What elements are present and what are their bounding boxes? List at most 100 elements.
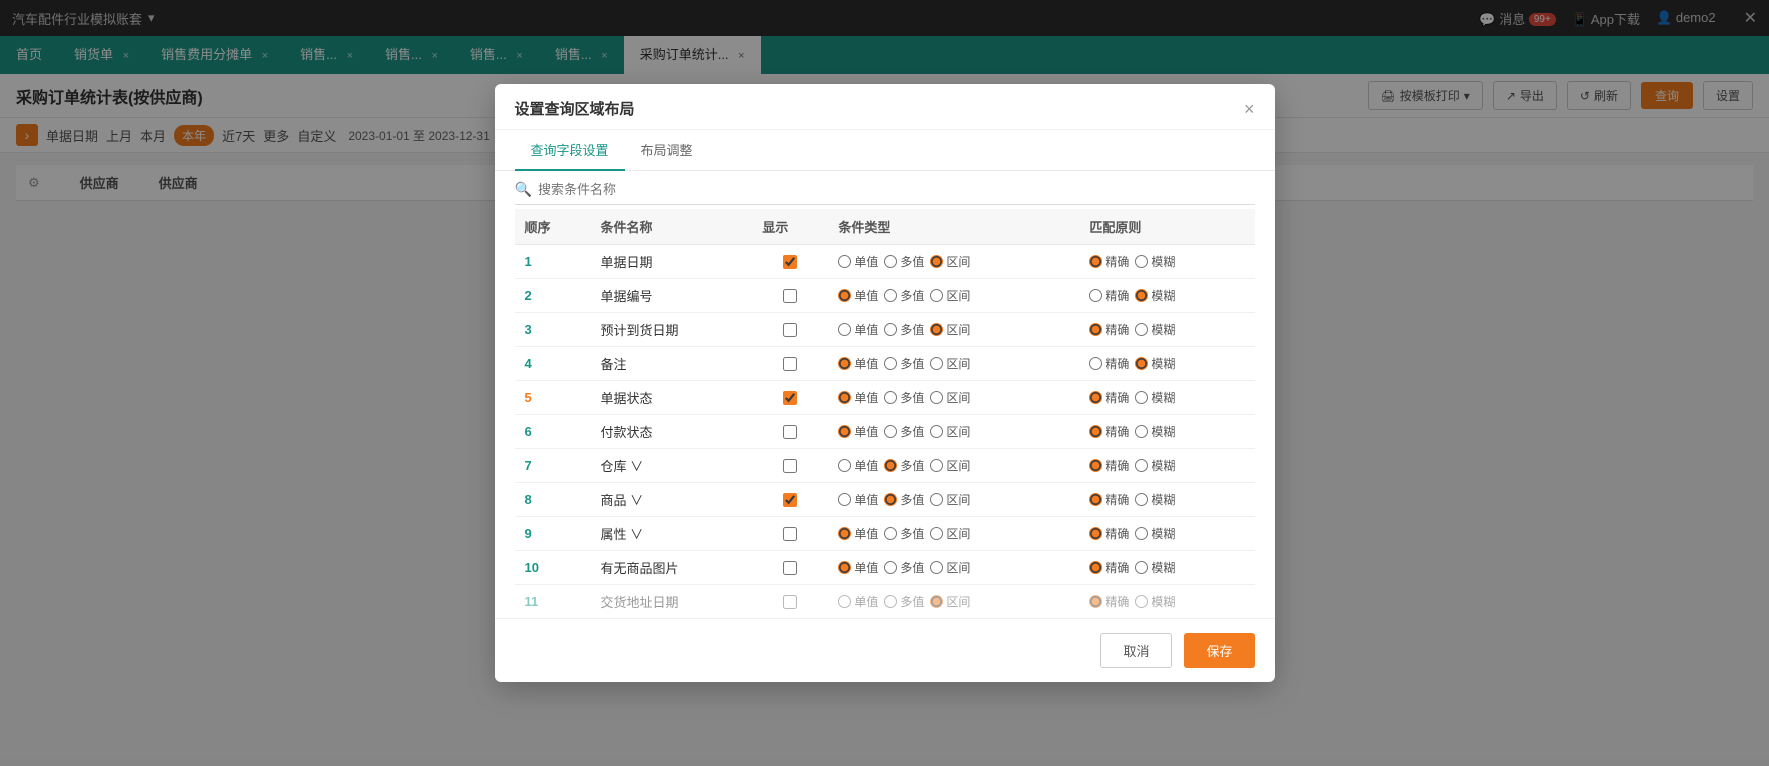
cell-condition-type: 单值多值区间	[828, 347, 1079, 381]
display-checkbox[interactable]	[783, 561, 797, 575]
match-radio-模糊[interactable]	[1135, 289, 1148, 302]
cell-condition-name: 属性 ∨	[590, 517, 752, 551]
cell-condition-type: 单值多值区间	[828, 245, 1079, 279]
cell-order: 8	[515, 483, 591, 517]
cell-condition-type: 单值多值区间	[828, 313, 1079, 347]
search-icon: 🔍	[515, 181, 532, 198]
match-radio-模糊[interactable]	[1135, 561, 1148, 574]
type-radio-单值[interactable]	[838, 561, 851, 574]
match-radio-模糊[interactable]	[1135, 595, 1148, 608]
dialog-header: 设置查询区域布局 ×	[495, 84, 1275, 130]
type-radio-区间[interactable]	[930, 289, 943, 302]
type-radio-区间[interactable]	[930, 561, 943, 574]
type-radio-多值[interactable]	[884, 289, 897, 302]
type-radio-多值[interactable]	[884, 459, 897, 472]
cell-order: 6	[515, 415, 591, 449]
match-radio-精确[interactable]	[1089, 493, 1102, 506]
match-radio-模糊[interactable]	[1135, 391, 1148, 404]
display-checkbox[interactable]	[783, 357, 797, 371]
tab-layout-adjust[interactable]: 布局调整	[625, 130, 709, 171]
type-radio-区间[interactable]	[930, 357, 943, 370]
match-radio-精确[interactable]	[1089, 527, 1102, 540]
type-radio-多值[interactable]	[884, 357, 897, 370]
type-radio-区间[interactable]	[930, 527, 943, 540]
conditions-table: 顺序 条件名称 显示 条件类型 匹配原则 1单据日期单值多值区间精确模糊2单据编…	[515, 209, 1255, 618]
display-checkbox[interactable]	[783, 527, 797, 541]
cell-condition-name: 付款状态	[590, 415, 752, 449]
match-radio-精确[interactable]	[1089, 425, 1102, 438]
display-checkbox[interactable]	[783, 289, 797, 303]
type-radio-多值[interactable]	[884, 561, 897, 574]
display-checkbox[interactable]	[783, 459, 797, 473]
cell-condition-type: 单值多值区间	[828, 483, 1079, 517]
match-radio-模糊[interactable]	[1135, 323, 1148, 336]
type-radio-单值[interactable]	[838, 289, 851, 302]
modal-overlay: 设置查询区域布局 × 查询字段设置 布局调整 🔍 顺序 条件名称 显示 条件类型	[0, 0, 1769, 766]
type-radio-单值[interactable]	[838, 527, 851, 540]
cell-match-rule: 精确模糊	[1079, 551, 1254, 585]
type-radio-单值[interactable]	[838, 357, 851, 370]
match-radio-精确[interactable]	[1089, 391, 1102, 404]
match-radio-精确[interactable]	[1089, 561, 1102, 574]
type-radio-区间[interactable]	[930, 255, 943, 268]
type-radio-多值[interactable]	[884, 493, 897, 506]
match-radio-精确[interactable]	[1089, 595, 1102, 608]
type-radio-多值[interactable]	[884, 527, 897, 540]
display-checkbox[interactable]	[783, 391, 797, 405]
cell-condition-name: 交货地址日期	[590, 585, 752, 619]
cell-condition-name: 预计到货日期	[590, 313, 752, 347]
type-radio-区间[interactable]	[930, 493, 943, 506]
match-radio-模糊[interactable]	[1135, 357, 1148, 370]
cell-display	[752, 415, 828, 449]
cell-match-rule: 精确模糊	[1079, 347, 1254, 381]
cell-condition-name: 备注	[590, 347, 752, 381]
save-button[interactable]: 保存	[1184, 633, 1254, 668]
type-radio-单值[interactable]	[838, 425, 851, 438]
display-checkbox[interactable]	[783, 493, 797, 507]
display-checkbox[interactable]	[783, 425, 797, 439]
cell-condition-name: 单据状态	[590, 381, 752, 415]
display-checkbox[interactable]	[783, 323, 797, 337]
type-radio-多值[interactable]	[884, 323, 897, 336]
type-radio-单值[interactable]	[838, 459, 851, 472]
type-radio-区间[interactable]	[930, 323, 943, 336]
table-row: 11交货地址日期单值多值区间精确模糊	[515, 585, 1255, 619]
cell-match-rule: 精确模糊	[1079, 415, 1254, 449]
type-radio-区间[interactable]	[930, 459, 943, 472]
match-radio-精确[interactable]	[1089, 255, 1102, 268]
type-radio-区间[interactable]	[930, 595, 943, 608]
match-radio-模糊[interactable]	[1135, 459, 1148, 472]
cancel-button[interactable]: 取消	[1100, 633, 1172, 668]
type-radio-单值[interactable]	[838, 391, 851, 404]
dialog-close-button[interactable]: ×	[1244, 100, 1255, 118]
cell-condition-name: 单据日期	[590, 245, 752, 279]
display-checkbox[interactable]	[783, 255, 797, 269]
match-radio-模糊[interactable]	[1135, 493, 1148, 506]
match-radio-精确[interactable]	[1089, 357, 1102, 370]
table-row: 1单据日期单值多值区间精确模糊	[515, 245, 1255, 279]
search-input[interactable]	[538, 182, 738, 197]
match-radio-精确[interactable]	[1089, 459, 1102, 472]
col-condition-name: 条件名称	[590, 209, 752, 245]
cell-display	[752, 517, 828, 551]
type-radio-多值[interactable]	[884, 255, 897, 268]
match-radio-精确[interactable]	[1089, 289, 1102, 302]
type-radio-单值[interactable]	[838, 493, 851, 506]
match-radio-精确[interactable]	[1089, 323, 1102, 336]
type-radio-多值[interactable]	[884, 391, 897, 404]
type-radio-区间[interactable]	[930, 425, 943, 438]
type-radio-单值[interactable]	[838, 595, 851, 608]
cell-order: 11	[515, 585, 591, 619]
type-radio-多值[interactable]	[884, 595, 897, 608]
cell-display	[752, 279, 828, 313]
display-checkbox[interactable]	[783, 595, 797, 609]
type-radio-区间[interactable]	[930, 391, 943, 404]
type-radio-单值[interactable]	[838, 255, 851, 268]
type-radio-单值[interactable]	[838, 323, 851, 336]
match-radio-模糊[interactable]	[1135, 527, 1148, 540]
tab-query-fields[interactable]: 查询字段设置	[515, 130, 625, 171]
match-radio-模糊[interactable]	[1135, 425, 1148, 438]
table-row: 6付款状态单值多值区间精确模糊	[515, 415, 1255, 449]
type-radio-多值[interactable]	[884, 425, 897, 438]
match-radio-模糊[interactable]	[1135, 255, 1148, 268]
